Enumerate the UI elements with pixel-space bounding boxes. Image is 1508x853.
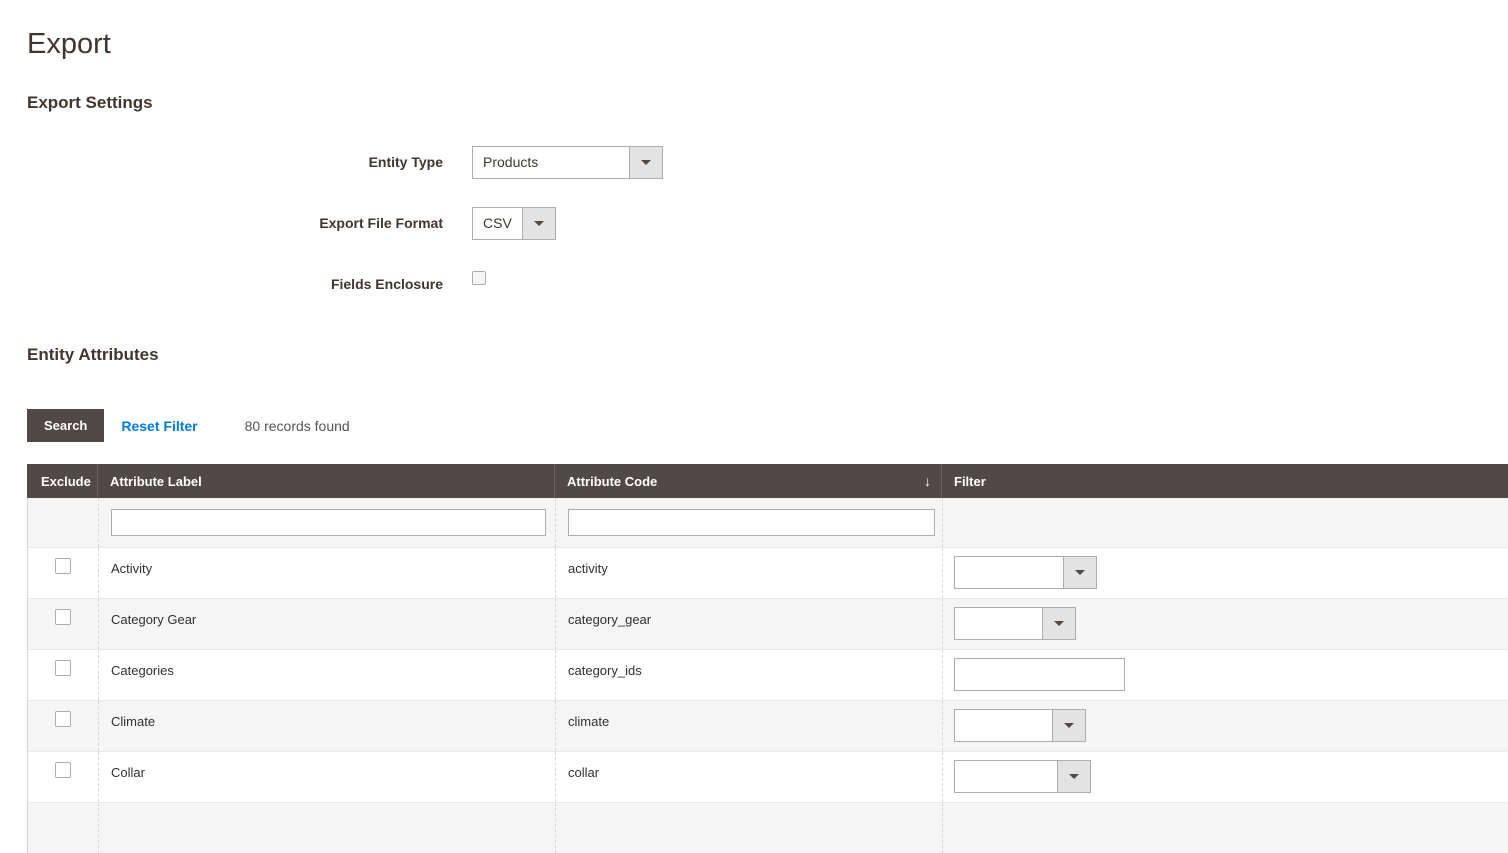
entity-attributes-grid: Exclude Attribute Label Attribute Code ↓… — [27, 464, 1508, 853]
exclude-checkbox[interactable] — [55, 558, 71, 574]
entity-type-selected-value: Products — [483, 154, 539, 170]
table-row: Activity activity — [28, 547, 1508, 598]
table-row: Categories category_ids — [28, 649, 1508, 700]
entity-type-label: Entity Type — [368, 154, 443, 170]
chevron-down-icon — [629, 147, 662, 178]
file-format-label: Export File Format — [319, 215, 443, 231]
grid-header-row: Exclude Attribute Label Attribute Code ↓… — [27, 464, 1508, 498]
chevron-down-icon — [1057, 761, 1090, 792]
exclude-checkbox[interactable] — [55, 609, 71, 625]
chevron-down-icon — [522, 208, 555, 239]
filter-cell-exclude — [28, 498, 98, 547]
exclude-checkbox[interactable] — [55, 660, 71, 676]
fields-enclosure-checkbox[interactable] — [472, 271, 486, 285]
export-settings-heading: Export Settings — [27, 93, 153, 112]
attribute-code-cell: category_gear — [555, 599, 942, 649]
row-filter-select-value — [955, 710, 1052, 741]
records-count: 80 records found — [244, 417, 350, 434]
attribute-code-cell: category_ids — [555, 650, 942, 700]
attribute-code-filter-input[interactable] — [568, 509, 935, 536]
filter-cell-label — [98, 498, 555, 547]
table-row: Category Gear category_gear — [28, 598, 1508, 649]
attribute-label-cell: Collar — [98, 752, 555, 802]
row-filter-select[interactable] — [954, 556, 1097, 589]
attribute-label-cell: Category Gear — [98, 599, 555, 649]
grid-filter-row — [28, 498, 1508, 547]
attribute-label-cell: Climate — [98, 701, 555, 751]
search-button[interactable]: Search — [27, 409, 105, 442]
column-header-exclude[interactable]: Exclude — [27, 464, 97, 498]
exclude-checkbox[interactable] — [55, 762, 71, 778]
exclude-checkbox[interactable] — [55, 711, 71, 727]
file-format-select[interactable]: CSV — [472, 207, 556, 240]
table-row-partial — [28, 802, 1508, 853]
row-filter-select[interactable] — [954, 760, 1091, 793]
attribute-label-filter-input[interactable] — [111, 509, 546, 536]
attribute-code-cell: activity — [555, 548, 942, 598]
sort-descending-icon: ↓ — [924, 473, 931, 489]
file-format-row: Export File Format CSV — [27, 207, 1508, 240]
column-header-attribute-code-text: Attribute Code — [567, 473, 658, 489]
chevron-down-icon — [1052, 710, 1085, 741]
entity-attributes-heading: Entity Attributes — [27, 345, 159, 364]
attribute-label-cell: Activity — [98, 548, 555, 598]
export-settings-section: Export Settings Entity Type Products Exp… — [27, 93, 1508, 301]
page-title: Export — [27, 28, 111, 60]
entity-attributes-section: Entity Attributes Search Reset Filter 80… — [27, 345, 1508, 853]
grid-body: Activity activity Category Gear category… — [27, 498, 1508, 853]
filter-cell-filter — [942, 498, 1508, 547]
column-header-attribute-code[interactable]: Attribute Code ↓ — [554, 464, 941, 498]
entity-type-row: Entity Type Products — [27, 146, 1508, 179]
fields-enclosure-label: Fields Enclosure — [330, 276, 443, 292]
row-filter-select[interactable] — [954, 709, 1086, 742]
export-page: Export Export Settings Entity Type Produ… — [0, 28, 1508, 853]
entity-type-select[interactable]: Products — [472, 146, 663, 179]
row-filter-select[interactable] — [954, 607, 1076, 640]
filter-cell-code — [555, 498, 942, 547]
chevron-down-icon — [1063, 557, 1096, 588]
table-row: Collar collar — [28, 751, 1508, 802]
column-header-filter: Filter — [941, 464, 1508, 498]
row-filter-select-value — [955, 557, 1063, 588]
row-filter-select-value — [955, 761, 1057, 792]
attribute-code-cell: collar — [555, 752, 942, 802]
fields-enclosure-row: Fields Enclosure — [27, 268, 1508, 301]
attribute-label-cell: Categories — [98, 650, 555, 700]
reset-filter-link[interactable]: Reset Filter — [121, 418, 197, 434]
grid-toolbar: Search Reset Filter 80 records found — [27, 409, 1508, 442]
chevron-down-icon — [1042, 608, 1075, 639]
row-filter-text-input[interactable] — [954, 658, 1125, 691]
file-format-selected-value: CSV — [483, 215, 512, 231]
row-filter-select-value — [955, 608, 1042, 639]
attribute-code-cell: climate — [555, 701, 942, 751]
column-header-attribute-label[interactable]: Attribute Label — [97, 464, 554, 498]
table-row: Climate climate — [28, 700, 1508, 751]
